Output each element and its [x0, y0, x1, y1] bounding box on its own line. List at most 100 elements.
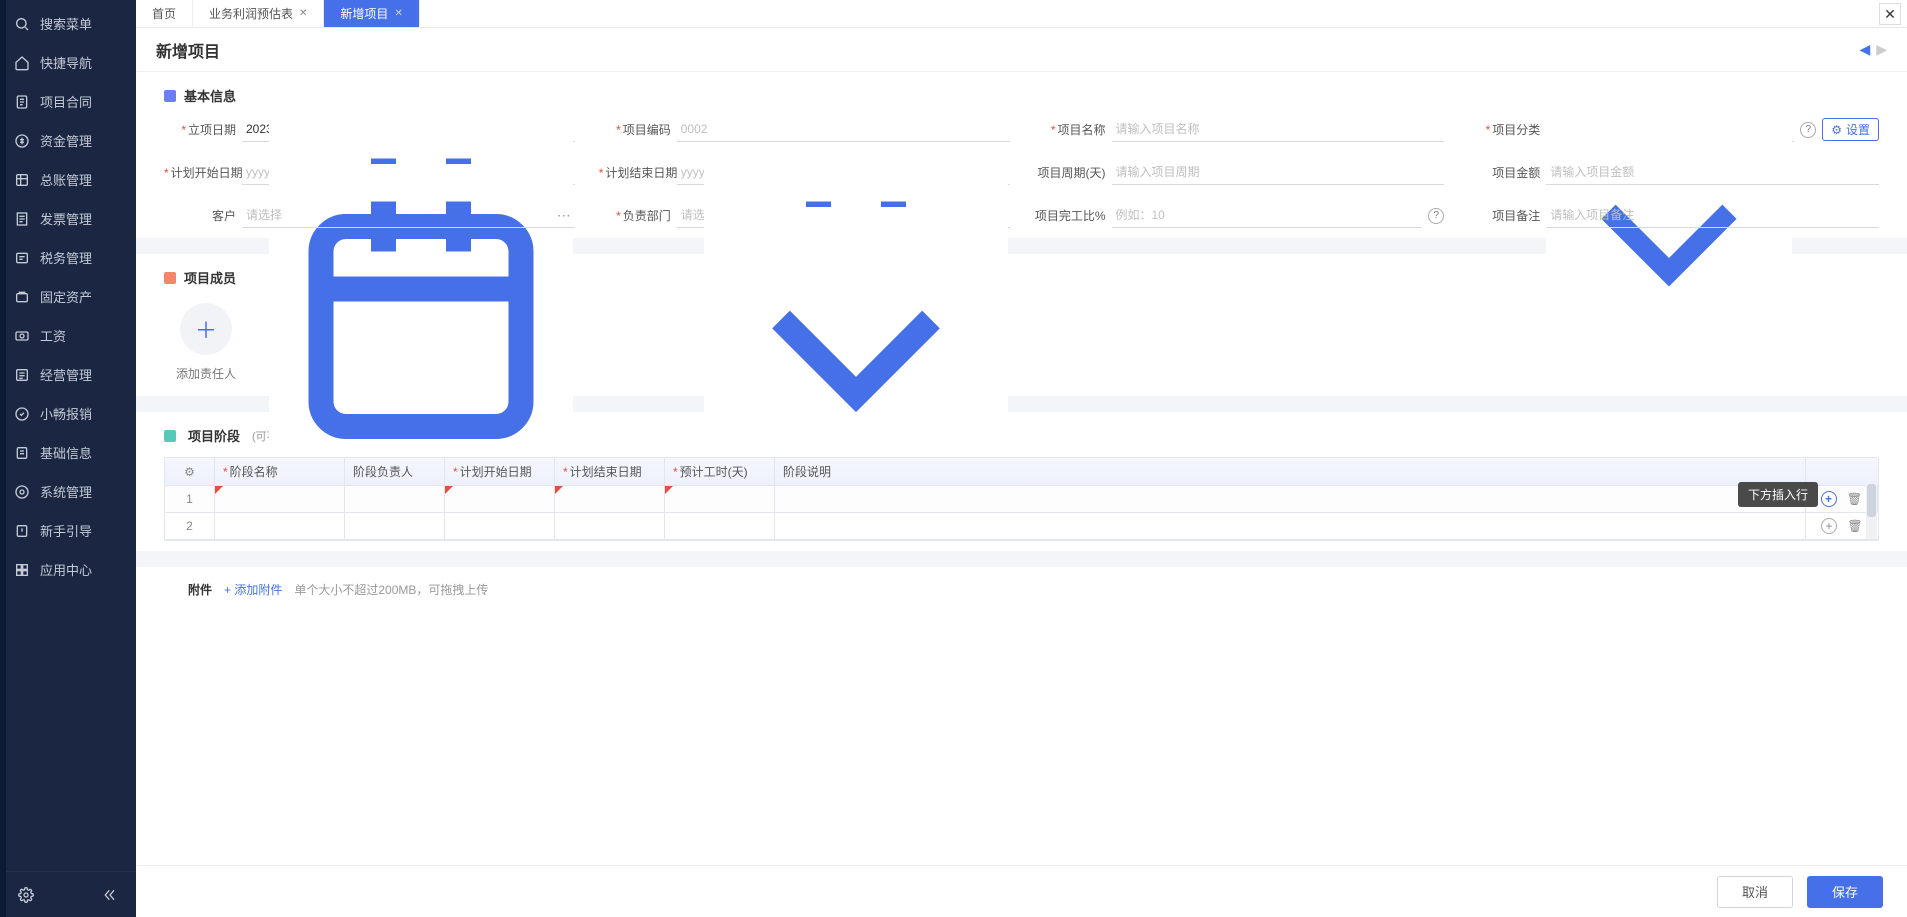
col-end: *计划结束日期: [555, 458, 665, 485]
sidebar-item-info[interactable]: 基础信息: [0, 433, 136, 472]
sidebar-item-reimburse[interactable]: 小畅报销: [0, 394, 136, 433]
apps-icon: [14, 562, 30, 578]
delete-row-icon[interactable]: 🗑: [1847, 518, 1863, 534]
sidebar-item-asset[interactable]: 固定资产: [0, 277, 136, 316]
remark-input[interactable]: [1546, 203, 1879, 228]
add-owner-button[interactable]: ＋ 添加责任人: [176, 303, 236, 382]
next-arrow-icon[interactable]: ▶: [1876, 41, 1887, 58]
tab-label: 业务利润预估表: [209, 5, 293, 22]
sidebar-item-ledger[interactable]: 总账管理: [0, 160, 136, 199]
progress-input[interactable]: [1112, 203, 1423, 228]
cell-end[interactable]: [555, 513, 665, 539]
gear-icon: ⚙: [1831, 123, 1842, 137]
sidebar-item-home[interactable]: 快捷导航: [0, 43, 136, 82]
tab-label: 新增项目: [340, 5, 388, 22]
amount-input[interactable]: [1546, 160, 1879, 185]
cell-desc[interactable]: [775, 486, 1806, 512]
table-row[interactable]: 2 + 🗑: [165, 513, 1878, 540]
period-input[interactable]: [1112, 160, 1445, 185]
sidebar-item-label: 快捷导航: [40, 53, 92, 72]
plus-icon: ＋: [195, 313, 217, 345]
cell-hours[interactable]: [665, 513, 775, 539]
cell-start[interactable]: [445, 513, 555, 539]
content-scroll[interactable]: 基本信息 *立项日期*项目编码*项目名称*项目分类?⚙设置*计划开始日期*计划结…: [136, 72, 1907, 865]
field-label: 项目备注: [1468, 207, 1546, 224]
prev-arrow-icon[interactable]: ◀: [1859, 41, 1870, 58]
settings-button[interactable]: ⚙设置: [1822, 118, 1879, 141]
money-icon: [14, 133, 30, 149]
tab-label: 首页: [152, 5, 176, 22]
field-label: 项目完工比%: [1034, 207, 1112, 224]
row-index: 1: [165, 486, 215, 512]
sidebar-item-tax[interactable]: 税务管理: [0, 238, 136, 277]
tab-新增项目[interactable]: 新增项目 ✕: [324, 0, 419, 27]
cell-hours[interactable]: [665, 486, 775, 512]
section-badge-icon: [164, 430, 176, 442]
tab-close-icon[interactable]: ✕: [394, 8, 402, 19]
field-label: *项目分类: [1468, 121, 1546, 138]
cell-owner[interactable]: [345, 513, 445, 539]
col-hours: *预计工时(天): [665, 458, 775, 485]
sidebar-item-label: 经营管理: [40, 365, 92, 384]
tab-业务利润预估表[interactable]: 业务利润预估表 ✕: [193, 0, 324, 27]
cancel-button[interactable]: 取消: [1717, 876, 1793, 908]
sidebar-item-system[interactable]: 系统管理: [0, 472, 136, 511]
tab-close-icon[interactable]: ✕: [299, 8, 307, 19]
sidebar-item-label: 新手引导: [40, 521, 92, 540]
add-attachment-button[interactable]: + 添加附件: [224, 581, 282, 598]
sidebar-item-doc[interactable]: 项目合同: [0, 82, 136, 121]
attachment-hint: 单个大小不超过200MB，可拖拽上传: [294, 581, 488, 598]
help-icon[interactable]: ?: [1800, 122, 1816, 138]
home-icon: [14, 55, 30, 71]
sidebar-item-label: 小畅报销: [40, 404, 92, 423]
sidebar-item-apps[interactable]: 应用中心: [0, 550, 136, 589]
sidebar-item-label: 工资: [40, 326, 66, 345]
sidebar-item-salary[interactable]: 工资: [0, 316, 136, 355]
cell-owner[interactable]: [345, 486, 445, 512]
row-index: 2: [165, 513, 215, 539]
sidebar-item-guide[interactable]: 新手引导: [0, 511, 136, 550]
chevron-down-icon[interactable]: [1546, 121, 1792, 366]
collapse-icon[interactable]: [102, 887, 118, 903]
sidebar-item-label: 系统管理: [40, 482, 92, 501]
col-gear[interactable]: ⚙: [165, 458, 215, 485]
cell-start[interactable]: [445, 486, 555, 512]
tax-icon: [14, 250, 30, 266]
sidebar-item-label: 税务管理: [40, 248, 92, 267]
sidebar-item-search[interactable]: 搜索菜单: [0, 4, 136, 43]
insert-row-icon[interactable]: +: [1821, 518, 1837, 534]
close-icon[interactable]: ✕: [1879, 3, 1901, 25]
title-row: 新增项目 ◀ ▶: [136, 28, 1907, 72]
system-icon: [14, 484, 30, 500]
col-name: *阶段名称: [215, 458, 345, 485]
more-icon[interactable]: ⋯: [555, 207, 573, 224]
help-icon[interactable]: ?: [1428, 208, 1444, 224]
table-row[interactable]: 1 + 🗑 下方插入行: [165, 486, 1878, 513]
sidebar-item-label: 发票管理: [40, 209, 92, 228]
section-title: 项目成员: [184, 268, 236, 287]
sidebar-item-manage[interactable]: 经营管理: [0, 355, 136, 394]
sidebar-item-invoice[interactable]: 发票管理: [0, 199, 136, 238]
sidebar-item-money[interactable]: 资金管理: [0, 121, 136, 160]
invoice-icon: [14, 211, 30, 227]
cell-desc[interactable]: [775, 513, 1806, 539]
customer-input[interactable]: [242, 203, 575, 228]
cell-end[interactable]: [555, 486, 665, 512]
field-project_cat: *项目分类? ⚙设置: [1468, 117, 1879, 142]
cell-name[interactable]: [215, 486, 345, 512]
project_code-input[interactable]: [677, 117, 1010, 142]
field-dept: *负责部门: [599, 203, 1010, 228]
tab-首页[interactable]: 首页: [136, 0, 193, 27]
insert-row-icon[interactable]: +: [1821, 491, 1837, 507]
sidebar-item-label: 资金管理: [40, 131, 92, 150]
insert-row-tooltip: 下方插入行: [1738, 482, 1818, 507]
project_name-input[interactable]: [1112, 117, 1445, 142]
gear-icon[interactable]: [18, 887, 34, 903]
save-button[interactable]: 保存: [1807, 876, 1883, 908]
field-customer: 客户⋯: [164, 203, 575, 228]
delete-row-icon[interactable]: 🗑: [1847, 491, 1863, 507]
doc-icon: [14, 94, 30, 110]
cell-name[interactable]: [215, 513, 345, 539]
table-scrollbar[interactable]: [1866, 484, 1877, 539]
field-project_code: *项目编码: [599, 117, 1010, 142]
